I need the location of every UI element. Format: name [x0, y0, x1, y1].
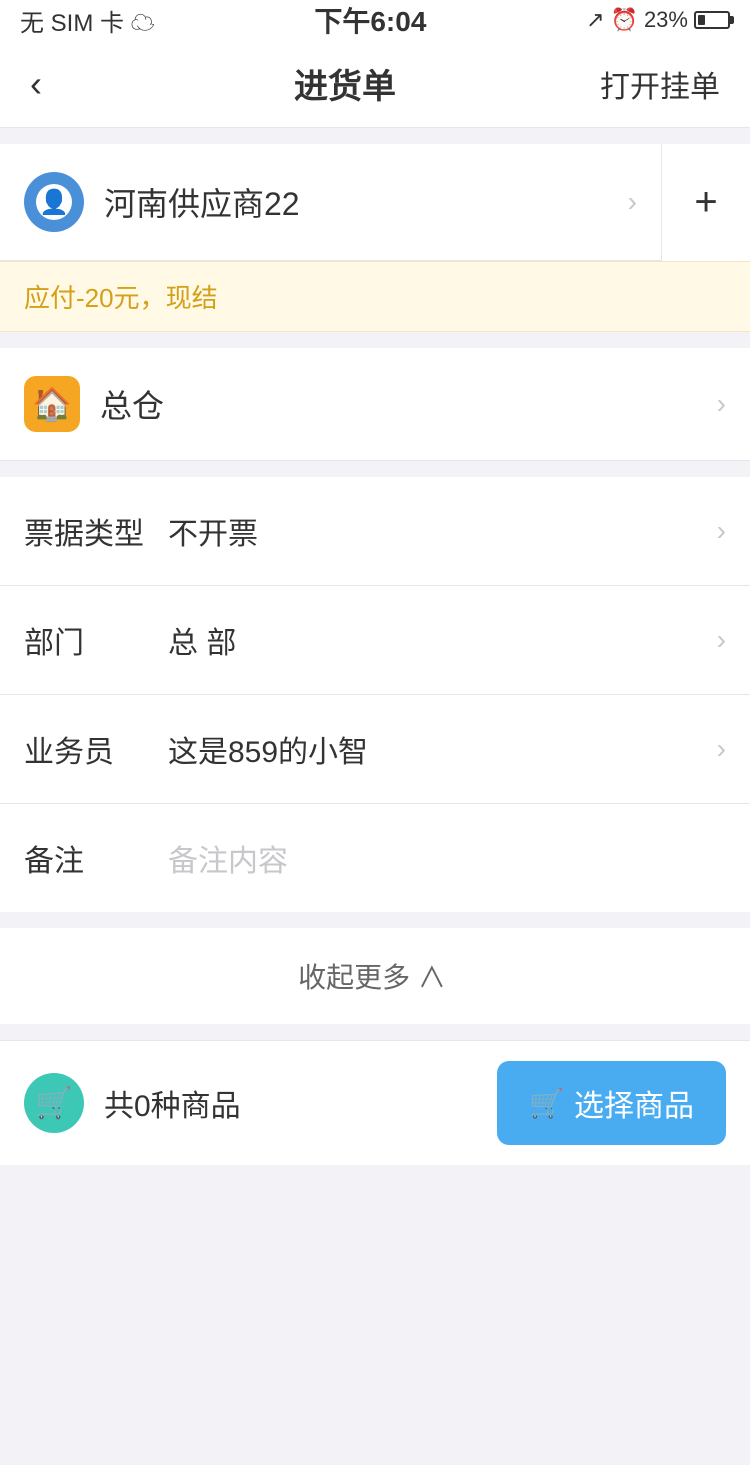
department-row[interactable]: 部门 总 部 › [0, 586, 750, 695]
status-right: ↗ ⏰ 23% [586, 7, 730, 33]
add-supplier-button[interactable]: + [662, 144, 750, 261]
salesperson-label: 业务员 [24, 727, 144, 771]
supplier-section: 👤 河南供应商22 › + [0, 144, 750, 261]
page-title: 进货单 [294, 59, 396, 108]
salesperson-chevron-icon: › [717, 733, 726, 765]
invoice-type-value: 不开票 [144, 509, 717, 553]
alarm-icon: ⏰ [611, 7, 638, 33]
location-icon: ↗ [586, 7, 604, 33]
battery-icon [694, 11, 730, 29]
spacer [0, 332, 750, 348]
gray-fill-area [0, 1165, 750, 1465]
select-btn-label: 选择商品 [574, 1081, 694, 1125]
bottom-bar: 🛒 共0种商品 🛒 选择商品 [0, 1040, 750, 1165]
person-icon: 👤 [39, 188, 69, 217]
invoice-type-label: 票据类型 [24, 509, 144, 553]
product-count: 共0种商品 [104, 1081, 497, 1125]
product-cart-icon: 🛒 [35, 1086, 72, 1121]
collapse-label: 收起更多 ∧ [298, 956, 446, 996]
remark-placeholder: 备注内容 [144, 836, 726, 880]
warehouse-row[interactable]: 🏠 总仓 › [0, 348, 750, 461]
nav-bar: ‹ 进货单 打开挂单 [0, 40, 750, 128]
battery-percentage: 23% [644, 7, 688, 33]
warehouse-chevron-icon: › [717, 388, 726, 420]
invoice-type-row[interactable]: 票据类型 不开票 › [0, 477, 750, 586]
status-left: 无 SIM 卡 ☁ [20, 3, 155, 38]
remark-row[interactable]: 备注 备注内容 [0, 804, 750, 912]
product-icon-wrap: 🛒 [24, 1073, 84, 1133]
department-label: 部门 [24, 618, 144, 662]
open-hang-button[interactable]: 打开挂单 [600, 62, 720, 106]
select-product-button[interactable]: 🛒 选择商品 [497, 1061, 726, 1145]
collapse-button[interactable]: 收起更多 ∧ [0, 928, 750, 1024]
supplier-name: 河南供应商22 [104, 179, 628, 225]
warehouse-name: 总仓 [100, 381, 717, 427]
salesperson-row[interactable]: 业务员 这是859的小智 › [0, 695, 750, 804]
avatar: 👤 [24, 172, 84, 232]
content-area: 👤 河南供应商22 › + 应付-20元，现结 🏠 总仓 › 票据类型 不开票 … [0, 128, 750, 1465]
sim-label: 无 SIM 卡 ☁ [20, 3, 155, 38]
warehouse-icon-wrap: 🏠 [24, 376, 80, 432]
department-value: 总 部 [144, 618, 717, 662]
back-button[interactable]: ‹ [30, 63, 90, 105]
invoice-type-chevron-icon: › [717, 515, 726, 547]
warehouse-icon: 🏠 [32, 385, 72, 423]
chevron-right-icon: › [628, 186, 637, 218]
notice-text: 应付-20元，现结 [24, 283, 218, 313]
select-btn-icon: 🛒 [529, 1087, 564, 1120]
supplier-row[interactable]: 👤 河南供应商22 › [0, 144, 661, 261]
form-section: 票据类型 不开票 › 部门 总 部 › 业务员 这是859的小智 › 备注 备注… [0, 477, 750, 912]
remark-label: 备注 [24, 836, 144, 880]
notice-banner: 应付-20元，现结 [0, 261, 750, 332]
department-chevron-icon: › [717, 624, 726, 656]
salesperson-value: 这是859的小智 [144, 727, 717, 771]
status-time: 下午6:04 [314, 0, 426, 40]
status-bar: 无 SIM 卡 ☁ 下午6:04 ↗ ⏰ 23% [0, 0, 750, 40]
